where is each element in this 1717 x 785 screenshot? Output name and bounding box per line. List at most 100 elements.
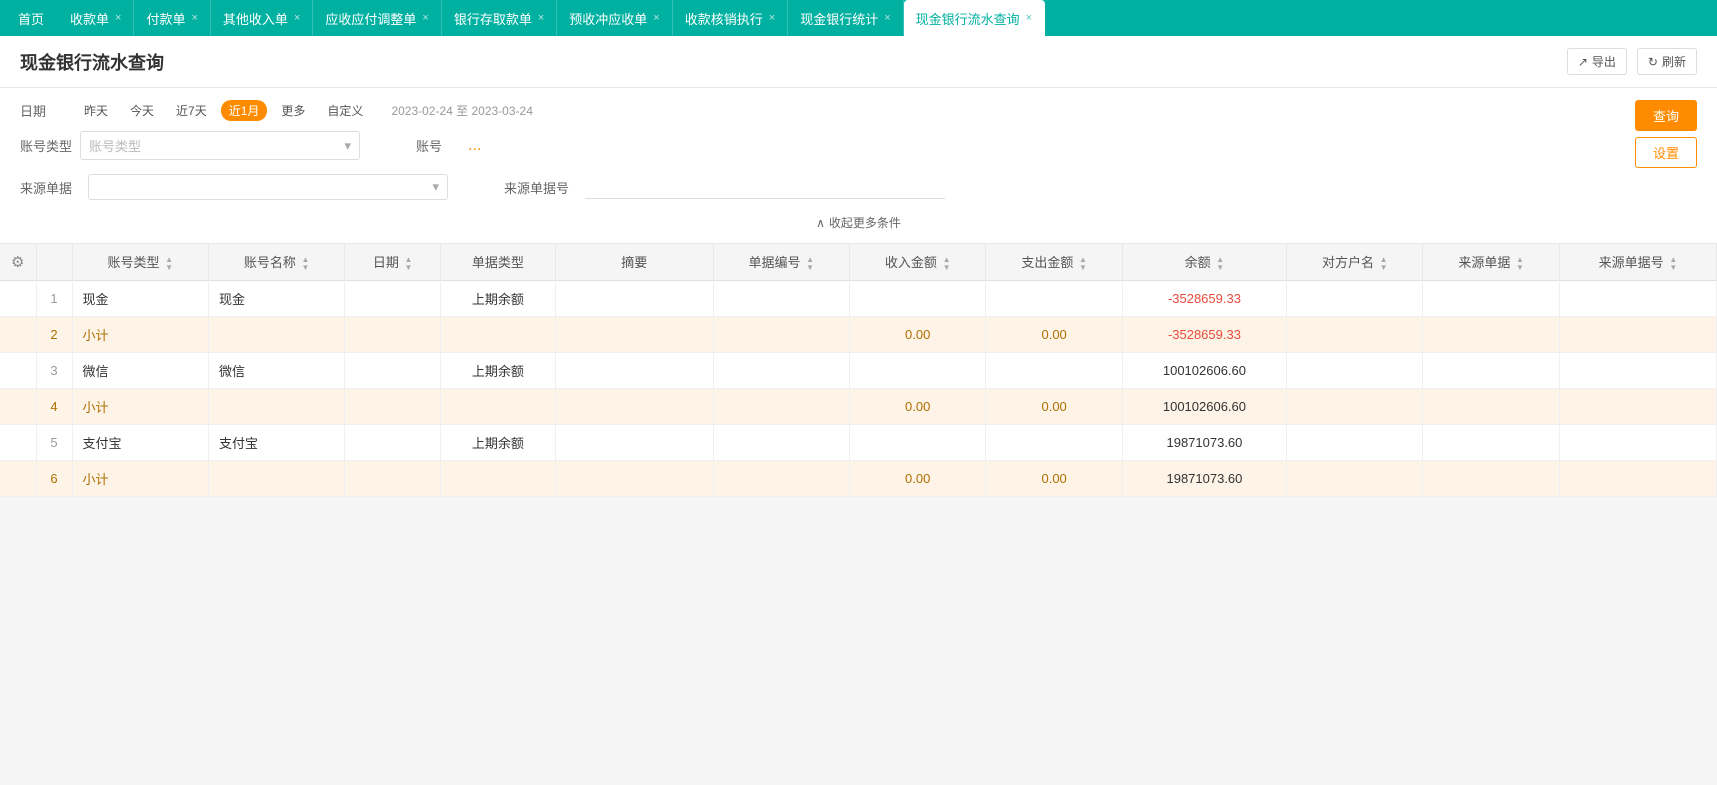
td-balance: -3528659.33 <box>1122 280 1286 316</box>
td-summary <box>555 424 713 460</box>
tab-other-income[interactable]: 其他收入单 × <box>211 0 313 36</box>
td-date <box>345 460 440 496</box>
close-bank-deposit-tab[interactable]: × <box>538 12 544 24</box>
td-income: 0.00 <box>849 460 985 496</box>
tab-receipt[interactable]: 收款单 × <box>58 0 134 36</box>
date-opt-1month[interactable]: 近1月 <box>221 100 268 121</box>
close-other-income-tab[interactable]: × <box>294 12 300 24</box>
td-gear <box>0 316 36 352</box>
td-source-doc <box>1423 388 1559 424</box>
td-account-name: 微信 <box>208 352 344 388</box>
td-gear <box>0 424 36 460</box>
td-num: 1 <box>36 280 72 316</box>
export-button[interactable]: ↗ 导出 <box>1567 48 1627 75</box>
td-doc-no <box>713 424 849 460</box>
refresh-button[interactable]: ↻ 刷新 <box>1637 48 1697 75</box>
nav-home[interactable]: 首页 <box>4 9 58 28</box>
sort-income-icon: ▲▼ <box>943 256 951 272</box>
td-source-doc-no <box>1559 460 1716 496</box>
close-payment-tab[interactable]: × <box>191 12 197 24</box>
td-date <box>345 388 440 424</box>
th-account-type[interactable]: 账号类型 ▲▼ <box>72 244 208 280</box>
source-doc-select[interactable]: ▾ <box>88 174 448 200</box>
td-source-doc-no <box>1559 424 1716 460</box>
tab-bank-deposit[interactable]: 银行存取款单 × <box>442 0 557 36</box>
td-summary <box>555 388 713 424</box>
td-source-doc <box>1423 352 1559 388</box>
filter-area: 日期 昨天 今天 近7天 近1月 更多 自定义 2023-02-24 至 202… <box>0 88 1717 244</box>
tab-collection[interactable]: 收款核销执行 × <box>673 0 788 36</box>
td-expense <box>986 352 1122 388</box>
td-expense: 0.00 <box>986 460 1122 496</box>
date-opt-today[interactable]: 今天 <box>122 100 162 121</box>
close-adjustment-tab[interactable]: × <box>422 12 428 24</box>
date-range: 2023-02-24 至 2023-03-24 <box>391 102 532 119</box>
tab-payment[interactable]: 付款单 × <box>134 0 210 36</box>
close-prepayment-tab[interactable]: × <box>653 12 659 24</box>
td-doc-no <box>713 352 849 388</box>
sort-balance-icon: ▲▼ <box>1216 256 1224 272</box>
close-receipt-tab[interactable]: × <box>115 12 121 24</box>
close-collection-tab[interactable]: × <box>769 12 775 24</box>
action-buttons: 查询 设置 <box>1635 100 1697 168</box>
settings-button[interactable]: 设置 <box>1635 137 1697 168</box>
td-balance: 100102606.60 <box>1122 388 1286 424</box>
td-doc-no <box>713 388 849 424</box>
td-num: 5 <box>36 424 72 460</box>
account-type-select[interactable]: 账号类型 ▾ <box>80 131 360 160</box>
date-opt-more[interactable]: 更多 <box>273 100 313 121</box>
td-counterparty <box>1287 460 1423 496</box>
td-summary <box>555 352 713 388</box>
tab-bank-stats[interactable]: 现金银行统计 × <box>788 0 903 36</box>
td-doc-type <box>440 316 555 352</box>
sort-account-type-icon: ▲▼ <box>165 256 173 272</box>
tab-prepayment[interactable]: 预收冲应收单 × <box>557 0 672 36</box>
tab-adjustment[interactable]: 应收应付调整单 × <box>313 0 441 36</box>
td-date <box>345 424 440 460</box>
td-doc-no <box>713 316 849 352</box>
td-expense: 0.00 <box>986 316 1122 352</box>
td-account-type: 微信 <box>72 352 208 388</box>
th-num <box>36 244 72 280</box>
th-date[interactable]: 日期 ▲▼ <box>345 244 440 280</box>
tab-bank-flow[interactable]: 现金银行流水查询 × <box>904 0 1045 36</box>
source-doc-num-input[interactable] <box>585 175 945 199</box>
account-type-label: 账号类型 <box>20 136 72 155</box>
account-label: 账号 <box>416 136 456 155</box>
td-source-doc-no <box>1559 316 1716 352</box>
th-account-name[interactable]: 账号名称 ▲▼ <box>208 244 344 280</box>
td-counterparty <box>1287 280 1423 316</box>
td-counterparty <box>1287 352 1423 388</box>
account-ellipsis-btn[interactable]: ... <box>464 137 485 155</box>
th-doc-no[interactable]: 单据编号 ▲▼ <box>713 244 849 280</box>
date-opt-custom[interactable]: 自定义 <box>319 100 371 121</box>
date-opt-7days[interactable]: 近7天 <box>168 100 215 121</box>
td-account-type: 支付宝 <box>72 424 208 460</box>
date-filter-row: 日期 昨天 今天 近7天 近1月 更多 自定义 2023-02-24 至 202… <box>20 100 1635 121</box>
th-source-doc[interactable]: 来源单据 ▲▼ <box>1423 244 1559 280</box>
gear-icon[interactable]: ⚙ <box>11 254 24 271</box>
th-balance[interactable]: 余额 ▲▼ <box>1122 244 1286 280</box>
th-counterparty[interactable]: 对方户名 ▲▼ <box>1287 244 1423 280</box>
close-bank-flow-tab[interactable]: × <box>1026 12 1032 24</box>
td-account-name <box>208 316 344 352</box>
date-opt-yesterday[interactable]: 昨天 <box>76 100 116 121</box>
td-date <box>345 280 440 316</box>
td-gear <box>0 388 36 424</box>
source-doc-chevron-icon: ▾ <box>432 179 439 195</box>
td-source-doc <box>1423 424 1559 460</box>
close-bank-stats-tab[interactable]: × <box>884 12 890 24</box>
th-source-doc-no[interactable]: 来源单据号 ▲▼ <box>1559 244 1716 280</box>
account-filter-row: 账号类型 账号类型 ▾ 账号 ... <box>20 131 1635 160</box>
th-income[interactable]: 收入金额 ▲▼ <box>849 244 985 280</box>
sort-counterparty-icon: ▲▼ <box>1380 256 1388 272</box>
td-source-doc <box>1423 460 1559 496</box>
sort-source-doc-no-icon: ▲▼ <box>1669 256 1677 272</box>
collapse-bar[interactable]: ∧ 收起更多条件 <box>20 210 1697 235</box>
th-expense[interactable]: 支出金额 ▲▼ <box>986 244 1122 280</box>
query-button[interactable]: 查询 <box>1635 100 1697 131</box>
td-date <box>345 316 440 352</box>
th-doc-type: 单据类型 <box>440 244 555 280</box>
td-account-name <box>208 460 344 496</box>
table-row: 6 小计 0.00 0.00 19871073.60 <box>0 460 1717 496</box>
